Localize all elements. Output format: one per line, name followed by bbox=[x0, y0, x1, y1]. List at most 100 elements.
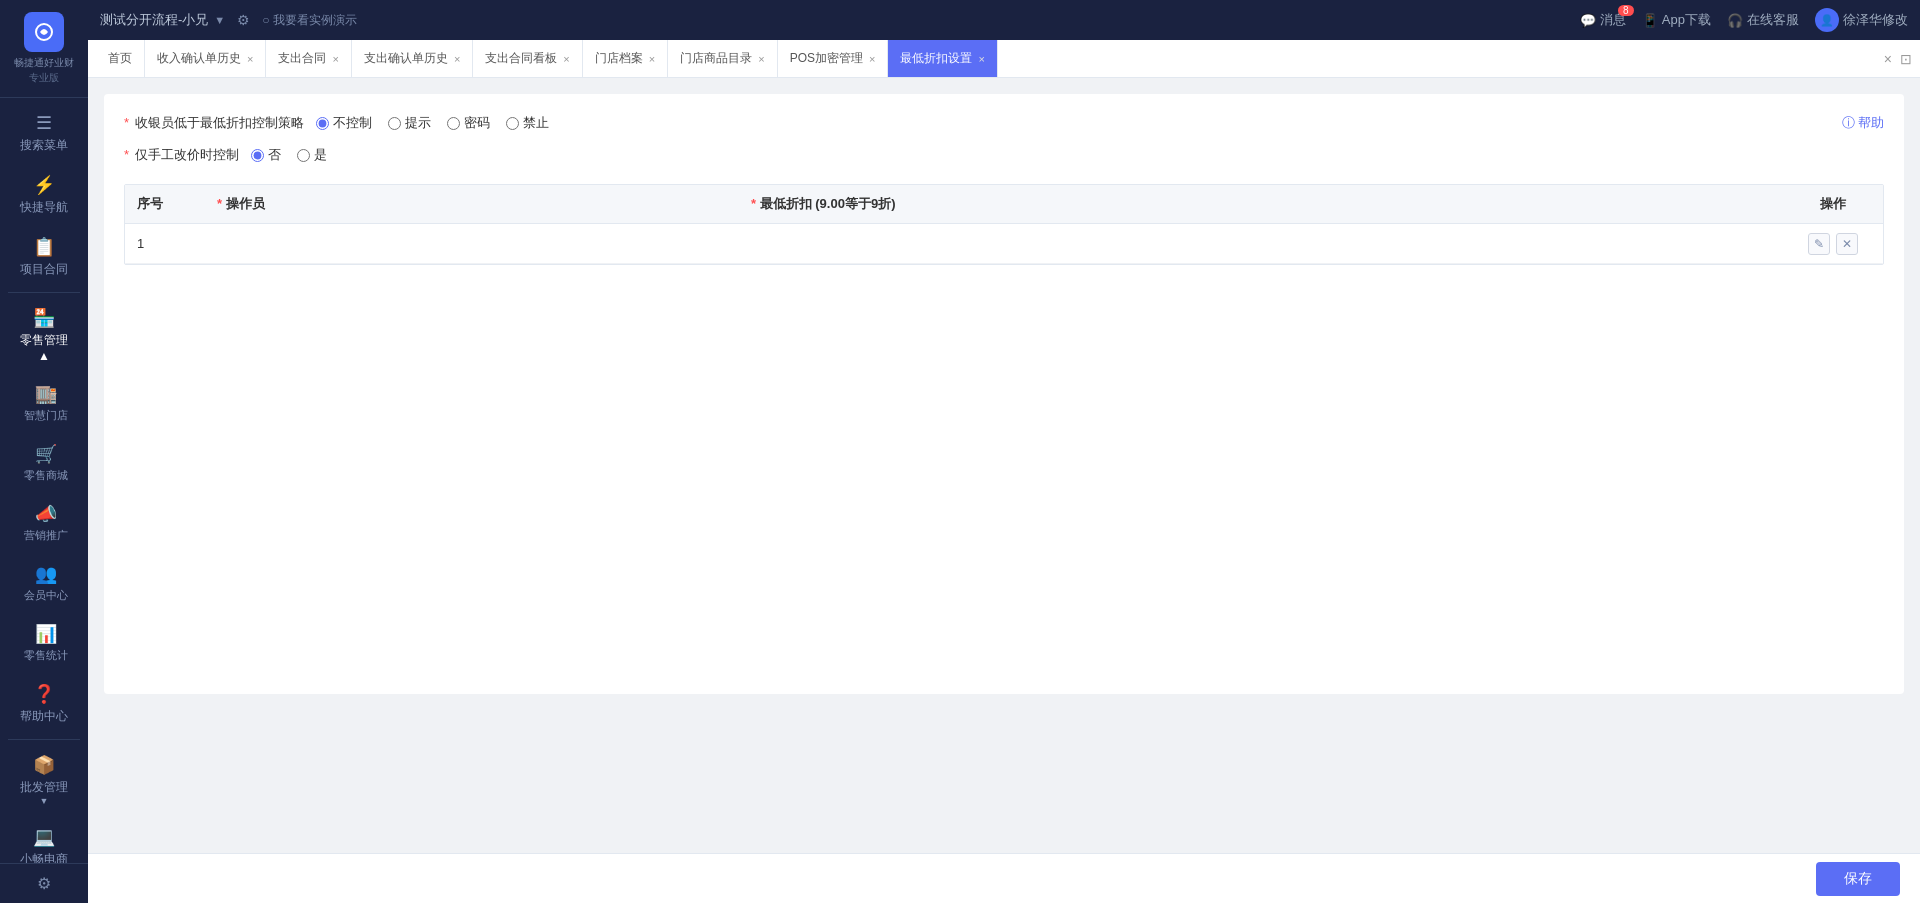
customer-service-icon: 🎧 bbox=[1727, 13, 1743, 28]
notification-icon: 💬 bbox=[1580, 13, 1596, 28]
policy-radio-group: 不控制 提示 密码 禁止 bbox=[316, 114, 549, 132]
project-selector[interactable]: 测试分开流程-小兄 ▼ bbox=[100, 11, 225, 29]
avatar: 👤 bbox=[1815, 8, 1839, 32]
sidebar-item-project[interactable]: 📋 项目合同 bbox=[0, 226, 88, 288]
member-icon: 👥 bbox=[35, 563, 57, 585]
close-icon[interactable]: × bbox=[563, 53, 569, 65]
delete-row-button[interactable]: ✕ bbox=[1836, 233, 1858, 255]
customer-service-label: 在线客服 bbox=[1747, 11, 1799, 29]
sidebar-label: 帮助中心 bbox=[20, 708, 68, 725]
sidebar-divider-2 bbox=[8, 739, 80, 740]
sidebar-item-search[interactable]: ☰ 搜索菜单 bbox=[0, 102, 88, 164]
sidebar-menu: ☰ 搜索菜单 ⚡ 快捷导航 📋 项目合同 🏪 零售管理 ▲ 🏬 智慧门店 🛒 零… bbox=[0, 98, 88, 863]
tab-label: 最低折扣设置 bbox=[900, 50, 972, 67]
settings-gear-icon[interactable]: ⚙ bbox=[37, 874, 51, 893]
manual-option-no[interactable]: 否 bbox=[251, 146, 281, 164]
sidebar-label: 会员中心 bbox=[24, 588, 68, 603]
sidebar-item-quick-nav[interactable]: ⚡ 快捷导航 bbox=[0, 164, 88, 226]
sidebar-label: 快捷导航 bbox=[20, 199, 68, 216]
policy-option-forbid[interactable]: 禁止 bbox=[506, 114, 549, 132]
sidebar-divider-1 bbox=[8, 292, 80, 293]
sidebar-logo: 畅捷通好业财 专业版 bbox=[0, 0, 88, 98]
close-icon[interactable]: × bbox=[332, 53, 338, 65]
help-link[interactable]: ⓘ 帮助 bbox=[1842, 114, 1884, 132]
sidebar-item-retail[interactable]: 🏪 零售管理 ▲ bbox=[0, 297, 88, 373]
tab-home[interactable]: 首页 bbox=[96, 40, 145, 78]
sidebar-item-marketing[interactable]: 📣 营销推广 bbox=[0, 493, 88, 553]
close-icon[interactable]: × bbox=[758, 53, 764, 65]
manual-radio-no[interactable] bbox=[251, 149, 264, 162]
chevron-up-icon: ▲ bbox=[38, 349, 50, 363]
sidebar-label: 零售商城 bbox=[24, 468, 68, 483]
notification-item[interactable]: 💬 消息 8 bbox=[1580, 11, 1626, 29]
username: 徐泽华修改 bbox=[1843, 11, 1908, 29]
app-download-item[interactable]: 📱 App下载 bbox=[1642, 11, 1711, 29]
policy-radio-password[interactable] bbox=[447, 117, 460, 130]
project-name: 测试分开流程-小兄 bbox=[100, 11, 208, 29]
policy-option-no-control[interactable]: 不控制 bbox=[316, 114, 372, 132]
demo-text: 我要看实例演示 bbox=[273, 12, 357, 29]
header-settings-icon[interactable]: ⚙ bbox=[237, 12, 250, 28]
manual-label: * 仅手工改价时控制 bbox=[124, 146, 239, 164]
table-row: 1 ✎ ✕ bbox=[125, 224, 1883, 264]
option-label: 否 bbox=[268, 146, 281, 164]
policy-radio-hint[interactable] bbox=[388, 117, 401, 130]
maximize-tab-icon[interactable]: ⊡ bbox=[1900, 51, 1912, 67]
marketing-icon: 📣 bbox=[35, 503, 57, 525]
tab-expense-board[interactable]: 支出合同看板 × bbox=[473, 40, 582, 78]
save-button[interactable]: 保存 bbox=[1816, 862, 1900, 896]
retail-icon: 🏪 bbox=[33, 307, 55, 329]
quick-nav-icon: ⚡ bbox=[33, 174, 55, 196]
required-marker: * bbox=[124, 115, 129, 130]
tab-label: 支出合同看板 bbox=[485, 50, 557, 67]
close-tab-icon[interactable]: × bbox=[1884, 51, 1892, 67]
main-area: 测试分开流程-小兄 ▼ ⚙ ○ 我要看实例演示 💬 消息 8 📱 App下载 🎧… bbox=[88, 0, 1920, 903]
tab-label: 支出确认单历史 bbox=[364, 50, 448, 67]
tab-label: POS加密管理 bbox=[790, 50, 863, 67]
tab-store-file[interactable]: 门店档案 × bbox=[583, 40, 668, 78]
close-icon[interactable]: × bbox=[454, 53, 460, 65]
ecommerce-icon: 💻 bbox=[33, 826, 55, 848]
manual-option-yes[interactable]: 是 bbox=[297, 146, 327, 164]
edit-row-button[interactable]: ✎ bbox=[1808, 233, 1830, 255]
sidebar-item-retail-stats[interactable]: 📊 零售统计 bbox=[0, 613, 88, 673]
sidebar-item-retail-mall[interactable]: 🛒 零售商城 bbox=[0, 433, 88, 493]
close-icon[interactable]: × bbox=[649, 53, 655, 65]
close-icon[interactable]: × bbox=[869, 53, 875, 65]
manual-radio-yes[interactable] bbox=[297, 149, 310, 162]
sidebar-item-ecommerce[interactable]: 💻 小畅电商 bbox=[0, 816, 88, 863]
sidebar-label: 智慧门店 bbox=[24, 408, 68, 423]
option-label: 禁止 bbox=[523, 114, 549, 132]
policy-option-hint[interactable]: 提示 bbox=[388, 114, 431, 132]
tab-pos-encrypt[interactable]: POS加密管理 × bbox=[778, 40, 889, 78]
close-icon[interactable]: × bbox=[247, 53, 253, 65]
header-bar: 测试分开流程-小兄 ▼ ⚙ ○ 我要看实例演示 💬 消息 8 📱 App下载 🎧… bbox=[88, 0, 1920, 40]
close-icon[interactable]: × bbox=[978, 53, 984, 65]
customer-service-item[interactable]: 🎧 在线客服 bbox=[1727, 11, 1799, 29]
sidebar-item-help[interactable]: ❓ 帮助中心 bbox=[0, 673, 88, 735]
wholesale-icon: 📦 bbox=[33, 754, 55, 776]
required-marker: * bbox=[124, 147, 129, 162]
sidebar-item-smart-store[interactable]: 🏬 智慧门店 bbox=[0, 373, 88, 433]
option-label: 是 bbox=[314, 146, 327, 164]
tab-contract[interactable]: 支出合同 × bbox=[266, 40, 351, 78]
demo-link[interactable]: ○ 我要看实例演示 bbox=[262, 12, 357, 29]
tab-income-history[interactable]: 收入确认单历史 × bbox=[145, 40, 266, 78]
sidebar-label: 零售管理 bbox=[20, 332, 68, 349]
sidebar-label: 批发管理 bbox=[20, 779, 68, 796]
sidebar-item-member[interactable]: 👥 会员中心 bbox=[0, 553, 88, 613]
user-profile-item[interactable]: 👤 徐泽华修改 bbox=[1815, 8, 1908, 32]
policy-label: * 收银员低于最低折扣控制策略 bbox=[124, 114, 304, 132]
tab-min-discount[interactable]: 最低折扣设置 × bbox=[888, 40, 997, 78]
delete-icon: ✕ bbox=[1842, 237, 1852, 251]
help-circle-icon: ⓘ bbox=[1842, 114, 1855, 132]
sidebar-item-wholesale[interactable]: 📦 批发管理 ▼ bbox=[0, 744, 88, 816]
sidebar-label: 营销推广 bbox=[24, 528, 68, 543]
tab-label: 支出合同 bbox=[278, 50, 326, 67]
policy-option-password[interactable]: 密码 bbox=[447, 114, 490, 132]
policy-radio-forbid[interactable] bbox=[506, 117, 519, 130]
tab-expense-history[interactable]: 支出确认单历史 × bbox=[352, 40, 473, 78]
tab-store-product[interactable]: 门店商品目录 × bbox=[668, 40, 777, 78]
policy-radio-no-control[interactable] bbox=[316, 117, 329, 130]
tabs-right: × ⊡ bbox=[1876, 51, 1920, 67]
